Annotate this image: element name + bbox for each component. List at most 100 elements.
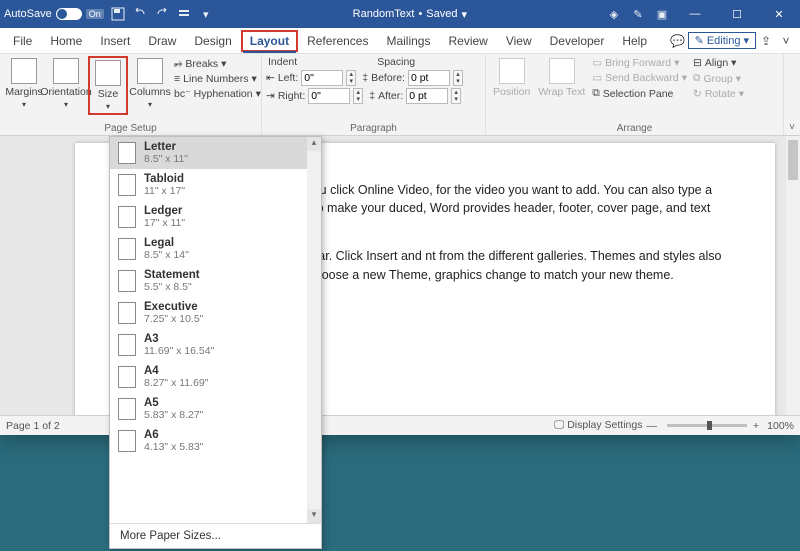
tab-layout[interactable]: Layout (241, 30, 298, 52)
dropdown-scrollbar[interactable]: ▴ ▾ (307, 137, 321, 523)
tab-design[interactable]: Design (185, 30, 240, 52)
more-paper-sizes[interactable]: More Paper Sizes... (110, 523, 321, 548)
page-icon (118, 430, 136, 452)
size-name: Letter (144, 141, 188, 153)
size-option-ledger[interactable]: Ledger17" x 11" (110, 201, 321, 233)
tab-developer[interactable]: Developer (541, 30, 614, 52)
tab-file[interactable]: File (4, 30, 41, 52)
size-option-a4[interactable]: A48.27" x 11.69" (110, 361, 321, 393)
vertical-scrollbar[interactable] (786, 136, 800, 415)
size-option-tabloid[interactable]: Tabloid11" x 17" (110, 169, 321, 201)
indent-right-input[interactable] (308, 88, 350, 104)
zoom-level[interactable]: 100% (767, 420, 794, 432)
spinner[interactable]: ▴▾ (346, 70, 356, 86)
size-option-a6[interactable]: A64.13" x 5.83" (110, 425, 321, 457)
spacing-after[interactable]: ‡After:▴▾ (369, 88, 461, 104)
align-button[interactable]: ⊟ Align ▾ (691, 56, 746, 70)
size-option-a3[interactable]: A311.69" x 16.54" (110, 329, 321, 361)
tab-insert[interactable]: Insert (91, 30, 139, 52)
qat-more-icon[interactable] (176, 6, 192, 22)
paragraph-label: Paragraph (266, 123, 481, 135)
size-option-legal[interactable]: Legal8.5" x 14" (110, 233, 321, 265)
page-icon (118, 270, 136, 292)
scrollbar-thumb[interactable] (788, 140, 798, 180)
orientation-button[interactable]: Orientation▾ (46, 56, 86, 111)
tab-view[interactable]: View (497, 30, 541, 52)
tab-references[interactable]: References (298, 30, 377, 52)
group-arrange: Position Wrap Text ▭ Bring Forward ▾ ▭ S… (486, 54, 784, 135)
line-numbers-icon: ≡ (174, 73, 180, 85)
rotate-button: ↻ Rotate ▾ (691, 87, 746, 101)
ribbon-collapse-icon[interactable]: ˅ (784, 54, 800, 135)
size-dims: 8.5" x 11" (144, 153, 188, 165)
page-icon (118, 366, 136, 388)
margins-button[interactable]: Margins▾ (4, 56, 44, 111)
columns-button[interactable]: Columns▾ (130, 56, 170, 111)
share-icon[interactable]: ⇪ (756, 31, 776, 51)
page-indicator[interactable]: Page 1 of 2 (6, 420, 60, 432)
collapse-ribbon-icon[interactable]: ˅ (776, 31, 796, 51)
scroll-down-icon[interactable]: ▾ (307, 509, 321, 523)
scroll-up-icon[interactable]: ▴ (307, 137, 321, 151)
size-option-statement[interactable]: Statement5.5" x 8.5" (110, 265, 321, 297)
group-page-setup: Margins▾ Orientation▾ Size▾ Columns▾ ⭈Br… (0, 54, 262, 135)
editing-mode-button[interactable]: ✎ Editing ▾ (688, 32, 756, 49)
save-icon[interactable] (110, 6, 126, 22)
diamond-icon[interactable]: ◈ (606, 6, 622, 22)
arrange-label: Arrange (490, 123, 779, 135)
size-name: A4 (144, 365, 208, 377)
indent-left-icon: ⇤ (266, 72, 275, 84)
page-icon (118, 206, 136, 228)
redo-icon[interactable] (154, 6, 170, 22)
page-icon (118, 238, 136, 260)
size-list: Letter8.5" x 11"Tabloid11" x 17"Ledger17… (110, 137, 321, 523)
size-dims: 11" x 17" (144, 185, 185, 197)
ribbon-tabs: File Home Insert Draw Design Layout Refe… (0, 28, 800, 54)
selection-pane-button[interactable]: ⧉ Selection Pane (590, 86, 689, 101)
tab-review[interactable]: Review (439, 30, 496, 52)
tab-help[interactable]: Help (613, 30, 656, 52)
tab-mailings[interactable]: Mailings (377, 30, 439, 52)
autosave-toggle[interactable]: AutoSave On (4, 8, 104, 20)
spacing-after-input[interactable] (406, 88, 448, 104)
indent-left-input[interactable] (301, 70, 343, 86)
tab-draw[interactable]: Draw (139, 30, 185, 52)
spacing-before-input[interactable] (408, 70, 450, 86)
autosave-label: AutoSave (4, 8, 52, 20)
size-dims: 11.69" x 16.54" (144, 345, 214, 357)
indent-left[interactable]: ⇤Left:▴▾ (266, 70, 356, 86)
hyphenation-button[interactable]: bc⁻Hyphenation ▾ (172, 87, 263, 101)
autosave-state: On (86, 9, 104, 19)
size-dims: 5.83" x 8.27" (144, 409, 203, 421)
tab-home[interactable]: Home (41, 30, 91, 52)
close-button[interactable]: ✕ (762, 2, 796, 26)
group-paragraph: Indent Spacing ⇤Left:▴▾ ‡Before:▴▾ ⇥Righ… (262, 54, 486, 135)
size-dims: 17" x 11" (144, 217, 185, 229)
title-dropdown-icon[interactable]: ▾ (462, 8, 468, 21)
comments-icon[interactable]: 💬 (668, 31, 688, 51)
display-settings-button[interactable]: 🖵 Display Settings (554, 419, 642, 432)
indent-header: Indent (266, 56, 297, 68)
indent-right[interactable]: ⇥Right:▴▾ (266, 88, 363, 104)
size-name: Executive (144, 301, 203, 313)
size-option-a5[interactable]: A55.83" x 8.27" (110, 393, 321, 425)
maximize-button[interactable]: ☐ (720, 2, 754, 26)
page-setup-label: Page Setup (4, 123, 257, 135)
page-icon (118, 334, 136, 356)
undo-icon[interactable] (132, 6, 148, 22)
size-name: Ledger (144, 205, 185, 217)
wrap-text-button: Wrap Text (535, 56, 588, 100)
zoom-slider[interactable] (667, 424, 747, 427)
pen-icon[interactable]: ✎ (630, 6, 646, 22)
size-button[interactable]: Size▾ (88, 56, 128, 115)
size-option-executive[interactable]: Executive7.25" x 10.5" (110, 297, 321, 329)
line-numbers-button[interactable]: ≡Line Numbers ▾ (172, 72, 263, 86)
breaks-button[interactable]: ⭈Breaks ▾ (172, 56, 263, 71)
toggle-switch-icon[interactable] (56, 8, 82, 20)
qat-dropdown-icon[interactable]: ▾ (198, 6, 214, 22)
bring-forward-button: ▭ Bring Forward ▾ (590, 56, 689, 70)
size-option-letter[interactable]: Letter8.5" x 11" (110, 137, 321, 169)
minimize-button[interactable]: — (678, 2, 712, 26)
spacing-before[interactable]: ‡Before:▴▾ (362, 70, 463, 86)
ribbon-display-icon[interactable]: ▣ (654, 6, 670, 22)
